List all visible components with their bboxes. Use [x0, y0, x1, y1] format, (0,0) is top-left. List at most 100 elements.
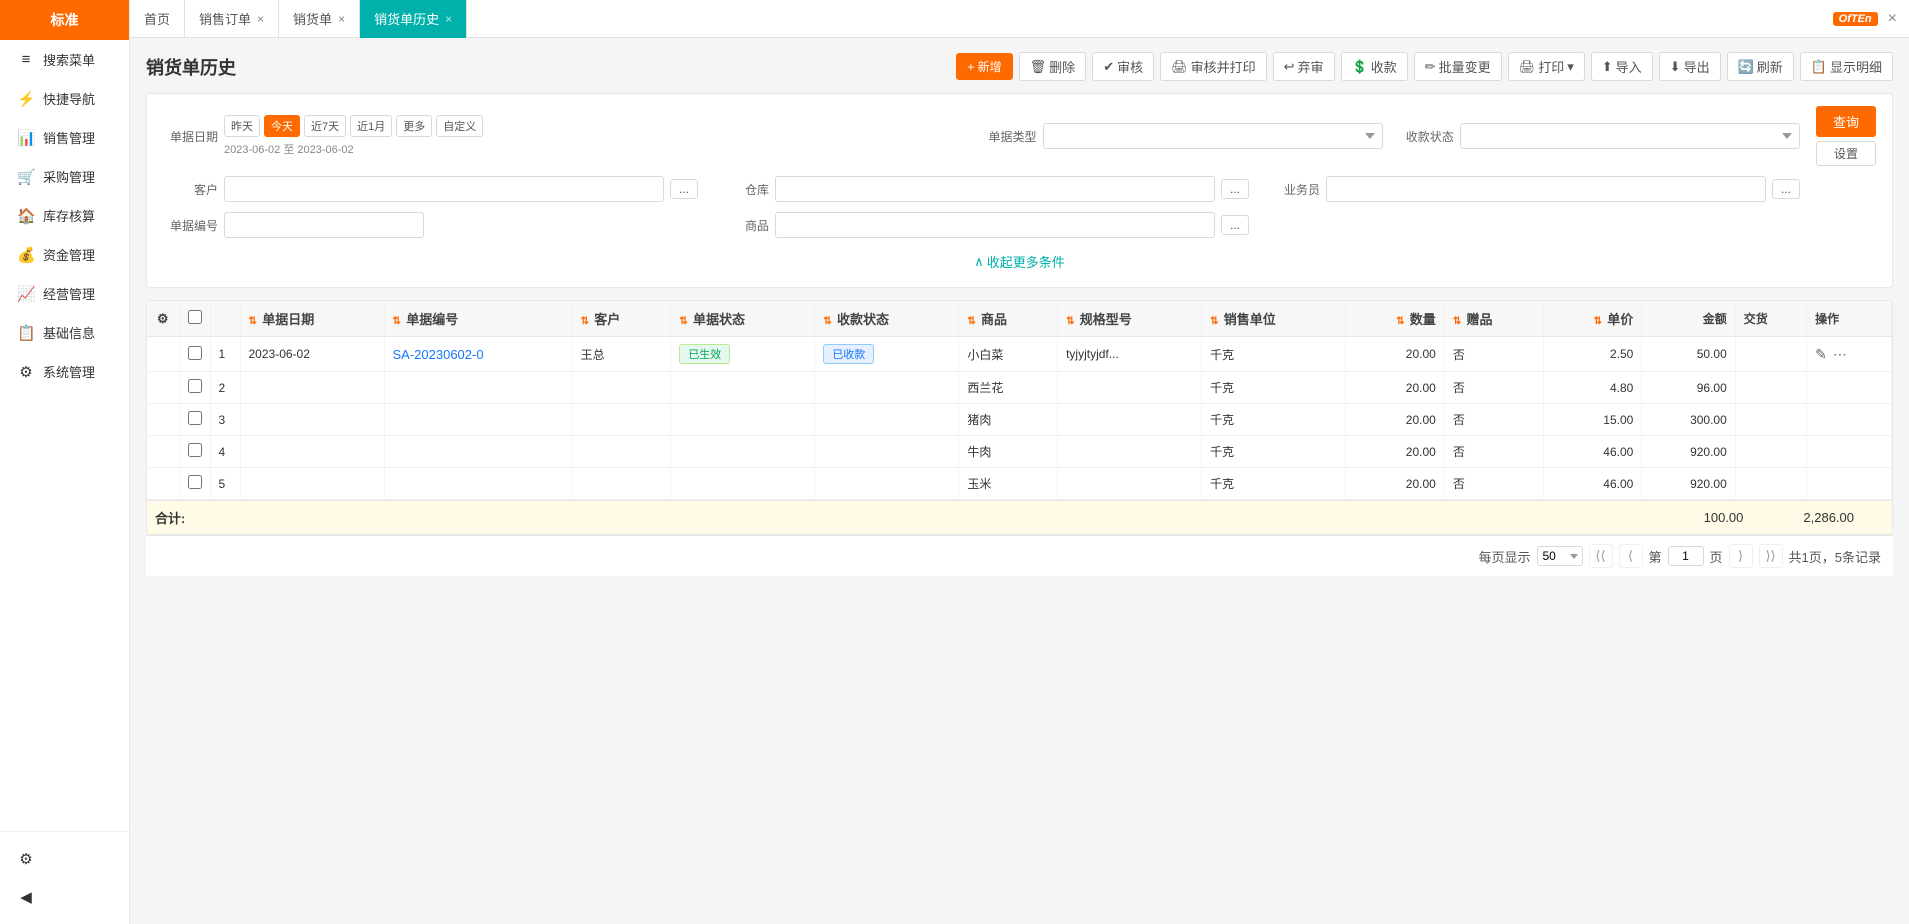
warehouse-input[interactable]	[775, 176, 1215, 202]
row-checkbox-0[interactable]	[188, 346, 202, 360]
tab-sales-history-label: 销货单历史	[374, 9, 439, 28]
row-checkbox-4[interactable]	[188, 475, 202, 489]
doc-type-select[interactable]	[1043, 123, 1383, 149]
sidebar: 标准 ≡ 搜索菜单 ⚡ 快捷导航 📊 销售管理 🛒 采购管理 🏠 库存核算 💰 …	[0, 0, 130, 924]
abandon-button[interactable]: ↩ 弃审	[1273, 52, 1335, 81]
query-button[interactable]: 查询	[1816, 106, 1876, 137]
batch-change-button[interactable]: ✏ 批量变更	[1414, 52, 1502, 81]
th-date[interactable]: ⇅ 单据日期	[240, 301, 384, 337]
prev-page-btn[interactable]: ⟨	[1619, 544, 1643, 568]
th-price[interactable]: ⇅ 单价	[1543, 301, 1642, 337]
abandon-icon: ↩	[1284, 59, 1295, 75]
audit-print-button[interactable]: 🖨 审核并打印	[1160, 52, 1267, 81]
date-btn-more[interactable]: 更多	[396, 115, 432, 137]
th-check[interactable]	[179, 301, 210, 337]
per-page-select[interactable]: 50 20 100	[1537, 546, 1583, 566]
date-btn-1month[interactable]: 近1月	[350, 115, 392, 137]
td-rowno-3: 4	[210, 436, 240, 468]
tab-sales-history-close[interactable]: ×	[445, 12, 452, 26]
salesperson-ellipsis-btn[interactable]: ...	[1772, 179, 1800, 199]
goods-input[interactable]	[775, 212, 1215, 238]
collapse-filter-btn[interactable]: ∧ 收起更多条件	[163, 248, 1876, 275]
tab-sales-history[interactable]: 销货单历史 ×	[360, 0, 467, 38]
import-button[interactable]: ⬆ 导入	[1591, 52, 1653, 81]
last-page-btn[interactable]: ⟩⟩	[1759, 544, 1783, 568]
row-checkbox-3[interactable]	[188, 443, 202, 457]
th-spec[interactable]: ⇅ 规格型号	[1058, 301, 1202, 337]
more-btn-0[interactable]: ⋯	[1833, 346, 1847, 363]
td-docno-3[interactable]	[384, 436, 572, 468]
td-docno-1[interactable]	[384, 372, 572, 404]
sidebar-item-ops-mgmt[interactable]: 📈 经营管理	[0, 274, 129, 313]
th-gear[interactable]: ⚙	[147, 301, 179, 337]
customer-ellipsis-btn[interactable]: ...	[670, 179, 698, 199]
tab-sales-order[interactable]: 销售订单 ×	[185, 0, 279, 38]
sidebar-item-sys-mgmt[interactable]: ⚙ 系统管理	[0, 352, 129, 391]
date-btn-7days[interactable]: 近7天	[304, 115, 346, 137]
td-docno-0[interactable]: SA-20230602-0	[384, 337, 572, 372]
td-docno-2[interactable]	[384, 404, 572, 436]
next-page-btn[interactable]: ⟩	[1729, 544, 1753, 568]
show-detail-button[interactable]: 📋 显示明细	[1800, 52, 1893, 81]
first-page-btn[interactable]: ⟨⟨	[1589, 544, 1613, 568]
tab-home[interactable]: 首页	[130, 0, 185, 38]
doc-no-input[interactable]	[224, 212, 424, 238]
print-button[interactable]: 🖨 打印 ▾	[1508, 52, 1585, 81]
date-btn-custom[interactable]: 自定义	[436, 115, 483, 137]
select-all-checkbox[interactable]	[188, 310, 202, 324]
date-btn-yesterday[interactable]: 昨天	[224, 115, 260, 137]
gear-icon: ⚙	[157, 311, 169, 326]
td-check-3[interactable]	[179, 436, 210, 468]
per-page-label: 每页显示	[1478, 547, 1530, 566]
sidebar-item-stock-calc[interactable]: 🏠 库存核算	[0, 196, 129, 235]
collect-button[interactable]: 💲 收款	[1341, 52, 1408, 81]
td-docno-4[interactable]	[384, 468, 572, 500]
audit-button[interactable]: ✔ 审核	[1092, 52, 1154, 81]
collect-status-select[interactable]	[1460, 123, 1800, 149]
sidebar-collapse-btn[interactable]: ◀	[0, 878, 129, 916]
warehouse-ellipsis-btn[interactable]: ...	[1221, 179, 1249, 199]
sidebar-item-basic-info[interactable]: 📋 基础信息	[0, 313, 129, 352]
page-number-input[interactable]	[1668, 546, 1704, 566]
sidebar-item-label: 系统管理	[43, 362, 95, 381]
tab-sales-order-close[interactable]: ×	[257, 12, 264, 26]
td-amount-2: 300.00	[1642, 404, 1735, 436]
td-gear-2	[147, 404, 179, 436]
th-customer[interactable]: ⇅ 客户	[572, 301, 671, 337]
sidebar-item-search-menu[interactable]: ≡ 搜索菜单	[0, 40, 129, 79]
tab-sales-goods-close[interactable]: ×	[338, 12, 345, 26]
th-doc-status[interactable]: ⇅ 单据状态	[671, 301, 815, 337]
audit-icon: ✔	[1103, 59, 1114, 75]
purchase-icon: 🛒	[17, 168, 35, 186]
customer-input[interactable]	[224, 176, 664, 202]
refresh-button[interactable]: 🔄 刷新	[1727, 52, 1794, 81]
salesperson-input[interactable]	[1326, 176, 1766, 202]
th-qty[interactable]: ⇅ 数量	[1346, 301, 1445, 337]
th-goods[interactable]: ⇅ 商品	[959, 301, 1058, 337]
export-button[interactable]: ⬇ 导出	[1659, 52, 1721, 81]
date-btn-today[interactable]: 今天	[264, 115, 300, 137]
td-check-4[interactable]	[179, 468, 210, 500]
goods-ellipsis-btn[interactable]: ...	[1221, 215, 1249, 235]
th-collect-status[interactable]: ⇅ 收款状态	[815, 301, 959, 337]
row-checkbox-2[interactable]	[188, 411, 202, 425]
sidebar-item-purchase-mgmt[interactable]: 🛒 采购管理	[0, 157, 129, 196]
th-unit[interactable]: ⇅ 销售单位	[1202, 301, 1346, 337]
setting-button[interactable]: 设置	[1816, 141, 1876, 166]
sidebar-item-quick-nav[interactable]: ⚡ 快捷导航	[0, 79, 129, 118]
th-gift[interactable]: ⇅ 赠品	[1444, 301, 1543, 337]
tab-sales-goods[interactable]: 销货单 ×	[279, 0, 360, 38]
new-button[interactable]: + 新增	[956, 53, 1012, 80]
th-doc-no[interactable]: ⇅ 单据编号	[384, 301, 572, 337]
td-check-2[interactable]	[179, 404, 210, 436]
delete-button[interactable]: 🗑 删除	[1019, 52, 1087, 81]
sidebar-bottom-settings[interactable]: ⚙	[0, 840, 129, 878]
sidebar-item-sales-mgmt[interactable]: 📊 销售管理	[0, 118, 129, 157]
row-checkbox-1[interactable]	[188, 379, 202, 393]
sidebar-item-finance-mgmt[interactable]: 💰 资金管理	[0, 235, 129, 274]
td-check-1[interactable]	[179, 372, 210, 404]
td-check-0[interactable]	[179, 337, 210, 372]
close-window-btn[interactable]: ×	[1888, 10, 1897, 28]
edit-btn-0[interactable]: ✎	[1815, 346, 1827, 363]
tab-bar: 首页 销售订单 × 销货单 × 销货单历史 × OfTEn ×	[130, 0, 1909, 38]
